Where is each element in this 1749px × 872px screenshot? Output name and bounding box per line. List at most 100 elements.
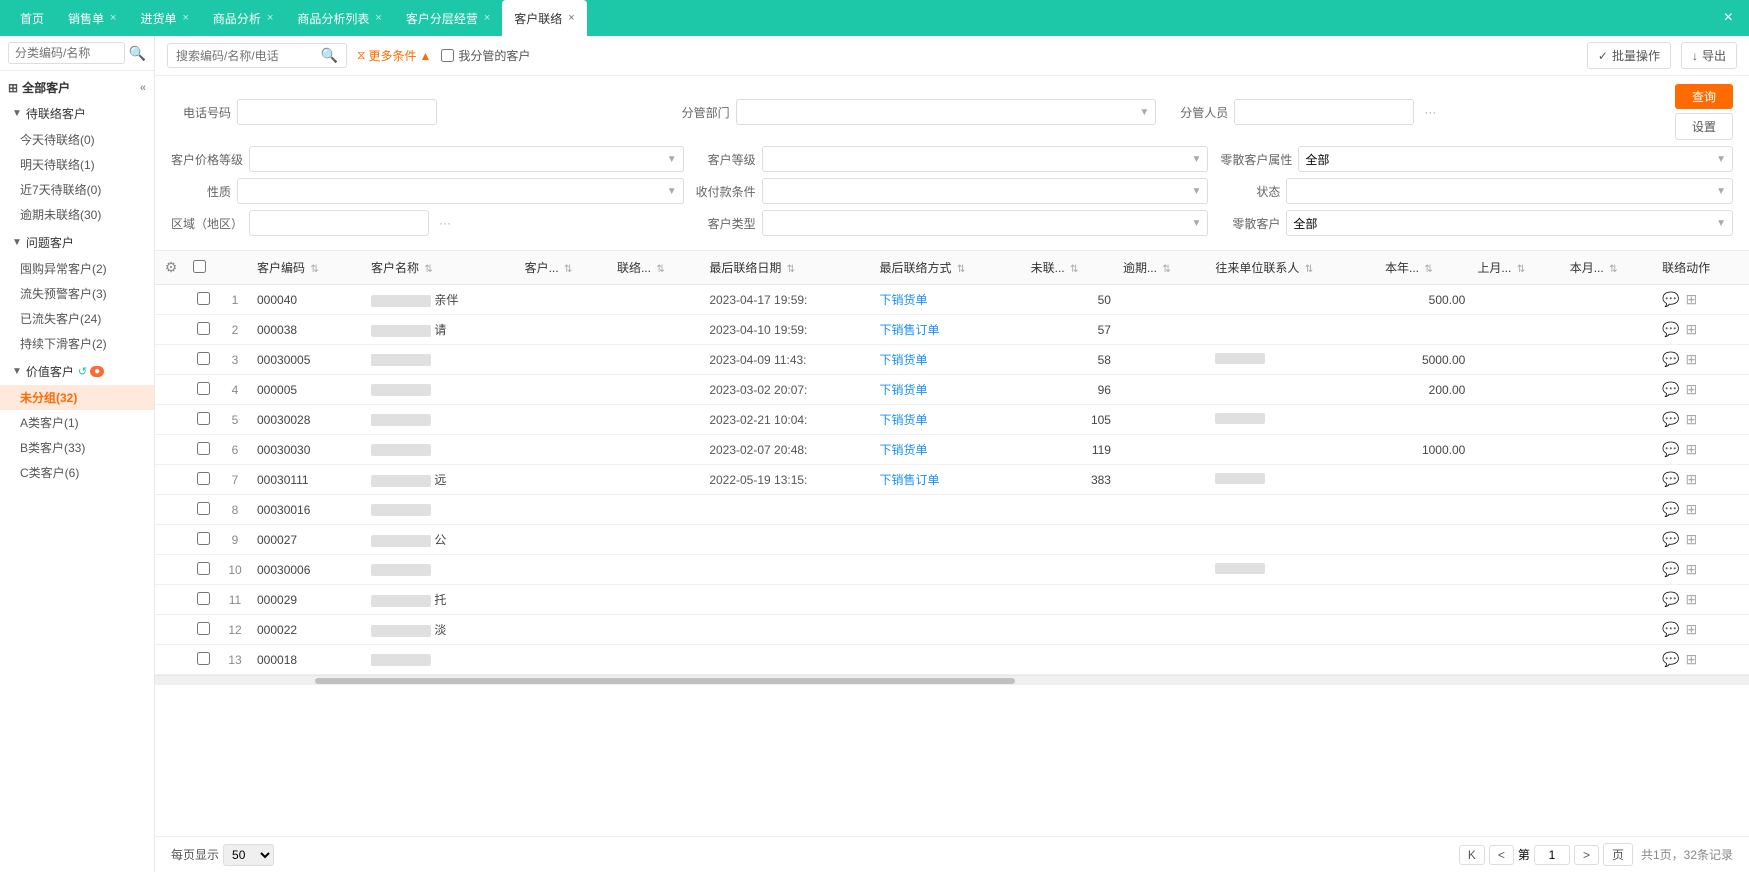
- sidebar-search-input[interactable]: [8, 42, 125, 64]
- last-month-header[interactable]: 上月... ⇅: [1471, 251, 1563, 285]
- customer-code-header[interactable]: 客户编码 ⇅: [251, 251, 365, 285]
- filter-dept-select[interactable]: ▼: [736, 99, 1157, 125]
- sidebar-item-churned[interactable]: 已流失客户(24): [0, 306, 154, 331]
- last-method-link[interactable]: 下销货单: [880, 443, 928, 457]
- scrollbar-thumb[interactable]: [315, 678, 1015, 684]
- sidebar-item-abnormal[interactable]: 囤购异常客户(2): [0, 256, 154, 281]
- filter-retail-attr-select[interactable]: 全部 ▼: [1298, 146, 1733, 172]
- more-conditions-button[interactable]: ⧖ 更多条件 ▲: [357, 47, 431, 64]
- row-select-checkbox[interactable]: [197, 502, 210, 515]
- contact-header[interactable]: 联络... ⇅: [611, 251, 703, 285]
- filter-search-input[interactable]: [176, 49, 321, 63]
- problem-customers-header[interactable]: ▼ 问题客户: [0, 229, 154, 256]
- grid-action-icon[interactable]: ⊞: [1686, 531, 1698, 548]
- last-method-link[interactable]: 下销货单: [880, 383, 928, 397]
- last-method-link[interactable]: 下销货单: [880, 293, 928, 307]
- my-customers-checkbox[interactable]: [441, 49, 454, 62]
- row-select-checkbox[interactable]: [197, 532, 210, 545]
- sidebar-item-class-a[interactable]: A类客户(1): [0, 410, 154, 435]
- last-method-link[interactable]: 下销货单: [880, 353, 928, 367]
- row-select-checkbox[interactable]: [197, 652, 210, 665]
- message-icon[interactable]: 💬: [1662, 591, 1679, 608]
- row-select-checkbox[interactable]: [197, 322, 210, 335]
- grid-action-icon[interactable]: ⊞: [1686, 411, 1698, 428]
- tab-product-analysis[interactable]: 商品分析 ×: [201, 0, 285, 36]
- customer-type-header[interactable]: 客户... ⇅: [519, 251, 611, 285]
- last-date-header[interactable]: 最后联络日期 ⇅: [703, 251, 873, 285]
- filter-price-level-select[interactable]: ▼: [249, 146, 684, 172]
- tab-customer-segment[interactable]: 客户分层经营 ×: [394, 0, 502, 36]
- collapse-icon[interactable]: «: [140, 82, 146, 94]
- row-select-checkbox[interactable]: [197, 352, 210, 365]
- message-icon[interactable]: 💬: [1662, 531, 1679, 548]
- sidebar-item-churn-warning[interactable]: 流失预警客户(3): [0, 281, 154, 306]
- message-icon[interactable]: 💬: [1662, 561, 1679, 578]
- refresh-icon[interactable]: ↺: [78, 365, 87, 378]
- tab-product-analysis-list[interactable]: 商品分析列表 ×: [285, 0, 393, 36]
- message-icon[interactable]: 💬: [1662, 651, 1679, 668]
- sidebar-item-ungrouped[interactable]: 未分组(32): [0, 385, 154, 410]
- not-contacted-header[interactable]: 未联... ⇅: [1025, 251, 1117, 285]
- message-icon[interactable]: 💬: [1662, 411, 1679, 428]
- grid-action-icon[interactable]: ⊞: [1686, 501, 1698, 518]
- sidebar-item-class-b[interactable]: B类客户(33): [0, 435, 154, 460]
- tab-product-analysis-list-close[interactable]: ×: [375, 12, 381, 24]
- customer-name-header[interactable]: 客户名称 ⇅: [365, 251, 519, 285]
- tab-sales-close[interactable]: ×: [110, 12, 116, 24]
- first-page-button[interactable]: K: [1459, 845, 1485, 865]
- column-settings-icon[interactable]: ⚙: [165, 259, 178, 275]
- tab-home[interactable]: 首页: [8, 0, 56, 36]
- grid-action-icon[interactable]: ⊞: [1686, 651, 1698, 668]
- per-page-select[interactable]: 50 20 100: [223, 844, 274, 866]
- grid-action-icon[interactable]: ⊞: [1686, 381, 1698, 398]
- row-select-checkbox[interactable]: [197, 382, 210, 395]
- filter-retail-select[interactable]: 全部 ▼: [1286, 210, 1733, 236]
- table-horizontal-scrollbar[interactable]: [155, 675, 1749, 685]
- grid-action-icon[interactable]: ⊞: [1686, 351, 1698, 368]
- global-close-button[interactable]: ×: [1716, 9, 1741, 27]
- tab-purchase-close[interactable]: ×: [182, 12, 188, 24]
- row-select-checkbox[interactable]: [197, 292, 210, 305]
- sidebar-item-today[interactable]: 今天待联络(0): [0, 127, 154, 152]
- this-month-header[interactable]: 本月... ⇅: [1564, 251, 1656, 285]
- message-icon[interactable]: 💬: [1662, 321, 1679, 338]
- last-page-button[interactable]: 页: [1603, 843, 1633, 866]
- grid-action-icon[interactable]: ⊞: [1686, 291, 1698, 308]
- message-icon[interactable]: 💬: [1662, 441, 1679, 458]
- all-customers-header[interactable]: ⊞ 全部客户 «: [0, 71, 154, 100]
- sidebar-item-declining[interactable]: 持续下滑客户(2): [0, 331, 154, 356]
- select-all-checkbox[interactable]: [193, 260, 206, 273]
- region-more-btn[interactable]: ···: [435, 216, 455, 230]
- grid-action-icon[interactable]: ⊞: [1686, 561, 1698, 578]
- page-input[interactable]: [1534, 845, 1570, 865]
- filter-search-icon[interactable]: 🔍: [321, 47, 338, 64]
- reset-button[interactable]: 设置: [1675, 113, 1733, 140]
- filter-manager-input[interactable]: [1234, 99, 1414, 125]
- row-select-checkbox[interactable]: [197, 622, 210, 635]
- sidebar-item-tomorrow[interactable]: 明天待联络(1): [0, 152, 154, 177]
- tab-customer-contact-close[interactable]: ×: [568, 12, 574, 24]
- filter-region-input[interactable]: [249, 210, 429, 236]
- message-icon[interactable]: 💬: [1662, 291, 1679, 308]
- last-method-link[interactable]: 下销售订单: [880, 473, 940, 487]
- last-method-link[interactable]: 下销售订单: [880, 323, 940, 337]
- grid-action-icon[interactable]: ⊞: [1686, 321, 1698, 338]
- overdue-header[interactable]: 逾期... ⇅: [1117, 251, 1209, 285]
- message-icon[interactable]: 💬: [1662, 621, 1679, 638]
- row-select-checkbox[interactable]: [197, 472, 210, 485]
- this-year-header[interactable]: 本年... ⇅: [1379, 251, 1471, 285]
- manager-more-btn[interactable]: ···: [1420, 105, 1440, 119]
- next-page-button[interactable]: >: [1574, 845, 1599, 865]
- filter-phone-input[interactable]: [237, 99, 437, 125]
- grid-action-icon[interactable]: ⊞: [1686, 441, 1698, 458]
- unit-contact-header[interactable]: 往来单位联系人 ⇅: [1209, 251, 1379, 285]
- filter-nature-select[interactable]: ▼: [237, 178, 684, 204]
- pending-contact-header[interactable]: ▼ 待联络客户: [0, 100, 154, 127]
- query-button[interactable]: 查询: [1675, 84, 1733, 109]
- filter-status-select[interactable]: ▼: [1286, 178, 1733, 204]
- sidebar-item-class-c[interactable]: C类客户(6): [0, 460, 154, 485]
- message-icon[interactable]: 💬: [1662, 381, 1679, 398]
- tab-customer-segment-close[interactable]: ×: [484, 12, 490, 24]
- grid-action-icon[interactable]: ⊞: [1686, 471, 1698, 488]
- row-select-checkbox[interactable]: [197, 562, 210, 575]
